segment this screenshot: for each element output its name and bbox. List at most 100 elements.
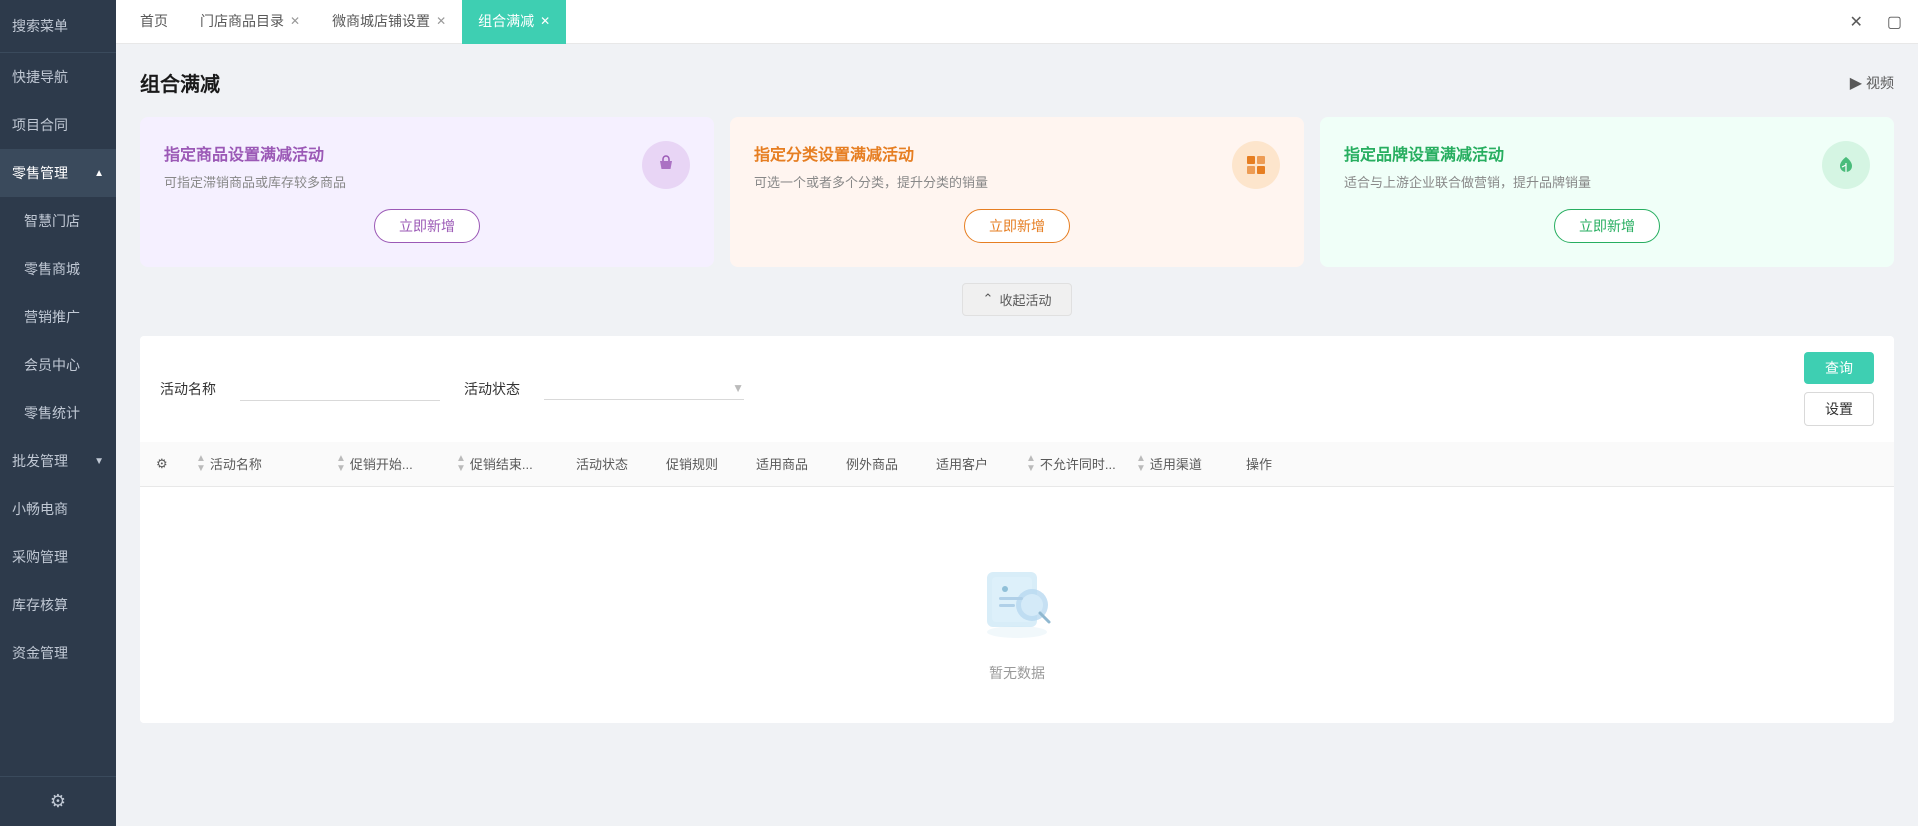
page-title: 组合满减 bbox=[140, 68, 220, 97]
sort-icon: ▲▼ bbox=[196, 454, 206, 474]
chevron-down-icon: ▼ bbox=[732, 381, 744, 395]
setting-button[interactable]: 设置 bbox=[1804, 392, 1874, 426]
th-except-goods: 例外商品 bbox=[846, 454, 936, 473]
th-applicable-channel-label: 适用渠道 bbox=[1150, 454, 1202, 473]
query-button[interactable]: 查询 bbox=[1804, 352, 1874, 384]
th-applicable-goods: 适用商品 bbox=[756, 454, 846, 473]
sidebar-item-label: 会员中心 bbox=[24, 355, 80, 375]
th-promo-end[interactable]: ▲▼ 促销结束... bbox=[456, 454, 576, 474]
product-card-icon bbox=[642, 141, 690, 189]
tab-home[interactable]: 首页 bbox=[124, 0, 184, 44]
th-applicable-customer: 适用客户 bbox=[936, 454, 1026, 473]
sidebar-item-label: 营销推广 bbox=[24, 307, 80, 327]
empty-text: 暂无数据 bbox=[989, 663, 1045, 683]
sidebar-item-xiochang-ec[interactable]: 小畅电商 bbox=[0, 485, 116, 533]
page-content: 组合满减 ▶ 视频 指定商品设置满减活动 可指定滞销商品或库存 bbox=[116, 44, 1918, 826]
empty-state: 暂无数据 bbox=[140, 487, 1894, 723]
th-activity-status: 活动状态 bbox=[576, 454, 666, 473]
tabs-right-buttons: ✕ ▢ bbox=[1841, 8, 1910, 36]
product-card-title: 指定商品设置满减活动 bbox=[164, 141, 690, 165]
product-card-add-button[interactable]: 立即新增 bbox=[374, 209, 480, 243]
th-activity-status-label: 活动状态 bbox=[576, 454, 628, 473]
sidebar-item-label: 资金管理 bbox=[12, 643, 68, 663]
activity-name-filter-label: 活动名称 bbox=[160, 379, 216, 399]
brand-card-add-button[interactable]: 立即新增 bbox=[1554, 209, 1660, 243]
window-close-button[interactable]: ✕ bbox=[1841, 8, 1870, 36]
chevron-up-icon: ⌃ bbox=[983, 291, 994, 307]
sidebar-item-retail-stats[interactable]: 零售统计 bbox=[0, 389, 116, 437]
filter-row: 活动名称 活动状态 ▼ 查询 设置 bbox=[140, 336, 1894, 442]
th-applicable-channel[interactable]: ▲▼ 适用渠道 bbox=[1136, 454, 1246, 474]
sidebar-item-label: 零售商城 bbox=[24, 259, 80, 279]
th-promo-start-label: 促销开始... bbox=[350, 454, 413, 473]
sidebar-item-inventory-check[interactable]: 库存核算 bbox=[0, 581, 116, 629]
th-except-goods-label: 例外商品 bbox=[846, 454, 898, 473]
sidebar-item-finance-mgmt[interactable]: 资金管理 bbox=[0, 629, 116, 677]
activity-name-input[interactable] bbox=[240, 376, 440, 401]
sidebar-item-project-contract[interactable]: 项目合同 bbox=[0, 101, 116, 149]
tab-combo-discount-close[interactable]: ✕ bbox=[540, 14, 550, 28]
category-card-add-button[interactable]: 立即新增 bbox=[964, 209, 1070, 243]
gear-settings-icon: ⚙ bbox=[156, 456, 168, 472]
th-applicable-goods-label: 适用商品 bbox=[756, 454, 808, 473]
tab-store-catalog-close[interactable]: ✕ bbox=[290, 14, 300, 28]
collapse-activities-button[interactable]: ⌃ 收起活动 bbox=[962, 283, 1073, 316]
sidebar-settings[interactable]: ⚙ bbox=[0, 776, 116, 826]
tab-combo-discount-label: 组合满减 bbox=[478, 11, 534, 31]
category-card-desc: 可选一个或者多个分类，提升分类的销量 bbox=[754, 173, 1280, 193]
th-no-duplicate[interactable]: ▲▼ 不允许同时... bbox=[1026, 454, 1136, 474]
sidebar-search[interactable]: 搜索菜单 bbox=[0, 0, 116, 53]
activity-status-select[interactable]: ▼ bbox=[544, 377, 744, 400]
product-card-desc: 可指定滞销商品或库存较多商品 bbox=[164, 173, 690, 193]
sidebar-item-retail-mall[interactable]: 零售商城 bbox=[0, 245, 116, 293]
category-card-icon bbox=[1232, 141, 1280, 189]
th-activity-name-label: 活动名称 bbox=[210, 454, 262, 473]
video-link[interactable]: ▶ 视频 bbox=[1850, 73, 1894, 93]
tab-combo-discount[interactable]: 组合满减 ✕ bbox=[462, 0, 566, 44]
sidebar-item-member-center[interactable]: 会员中心 bbox=[0, 341, 116, 389]
th-gear[interactable]: ⚙ bbox=[156, 456, 196, 472]
cards-row: 指定商品设置满减活动 可指定滞销商品或库存较多商品 立即新增 指定分类设置满减活 bbox=[140, 117, 1894, 267]
play-circle-icon: ▶ bbox=[1850, 73, 1862, 93]
sidebar-item-label: 库存核算 bbox=[12, 595, 68, 615]
brand-card-desc: 适合与上游企业联合做营销，提升品牌销量 bbox=[1344, 173, 1870, 193]
th-promo-start[interactable]: ▲▼ 促销开始... bbox=[336, 454, 456, 474]
sidebar-item-label: 快捷导航 bbox=[12, 67, 68, 87]
sidebar-item-quick-nav[interactable]: 快捷导航 bbox=[0, 53, 116, 101]
sort-icon: ▲▼ bbox=[1026, 454, 1036, 474]
filter-buttons: 查询 设置 bbox=[1804, 352, 1874, 426]
sidebar-item-label: 零售管理 bbox=[12, 163, 68, 183]
brand-card-icon bbox=[1822, 141, 1870, 189]
tab-home-label: 首页 bbox=[140, 11, 168, 31]
activity-status-filter-label: 活动状态 bbox=[464, 379, 520, 399]
tab-store-catalog[interactable]: 门店商品目录 ✕ bbox=[184, 0, 316, 44]
tab-store-catalog-label: 门店商品目录 bbox=[200, 11, 284, 31]
brand-card-title: 指定品牌设置满减活动 bbox=[1344, 141, 1870, 165]
th-action: 操作 bbox=[1246, 454, 1878, 473]
collapse-row: ⌃ 收起活动 bbox=[140, 283, 1894, 316]
tab-wechat-store-settings-close[interactable]: ✕ bbox=[436, 14, 446, 28]
page-header: 组合满减 ▶ 视频 bbox=[140, 68, 1894, 97]
category-card-title: 指定分类设置满减活动 bbox=[754, 141, 1280, 165]
window-maximize-button[interactable]: ▢ bbox=[1879, 8, 1910, 36]
main-area: 首页 门店商品目录 ✕ 微商城店铺设置 ✕ 组合满减 ✕ ✕ ▢ 组合满减 ▶ … bbox=[116, 0, 1918, 826]
sidebar-item-marketing[interactable]: 营销推广 bbox=[0, 293, 116, 341]
sidebar-item-purchase-mgmt[interactable]: 采购管理 bbox=[0, 533, 116, 581]
empty-image bbox=[967, 547, 1067, 647]
sidebar-item-label: 采购管理 bbox=[12, 547, 68, 567]
sidebar-item-label: 项目合同 bbox=[12, 115, 68, 135]
th-no-duplicate-label: 不允许同时... bbox=[1040, 454, 1116, 473]
content-section: 活动名称 活动状态 ▼ 查询 设置 ⚙ ▲▼ 活动 bbox=[140, 336, 1894, 723]
sidebar-item-retail-mgmt[interactable]: 零售管理 ▲ bbox=[0, 149, 116, 197]
sort-icon: ▲▼ bbox=[456, 454, 466, 474]
chevron-down-icon: ▼ bbox=[94, 456, 104, 467]
product-card: 指定商品设置满减活动 可指定滞销商品或库存较多商品 立即新增 bbox=[140, 117, 714, 267]
collapse-btn-label: 收起活动 bbox=[999, 290, 1051, 309]
th-activity-name[interactable]: ▲▼ 活动名称 bbox=[196, 454, 336, 474]
sidebar-item-smart-store[interactable]: 智慧门店 bbox=[0, 197, 116, 245]
tab-wechat-store-settings[interactable]: 微商城店铺设置 ✕ bbox=[316, 0, 462, 44]
th-promo-rule-label: 促销规则 bbox=[666, 454, 718, 473]
brand-card: 指定品牌设置满减活动 适合与上游企业联合做营销，提升品牌销量 立即新增 bbox=[1320, 117, 1894, 267]
th-action-label: 操作 bbox=[1246, 454, 1272, 473]
sidebar-item-wholesale-mgmt[interactable]: 批发管理 ▼ bbox=[0, 437, 116, 485]
